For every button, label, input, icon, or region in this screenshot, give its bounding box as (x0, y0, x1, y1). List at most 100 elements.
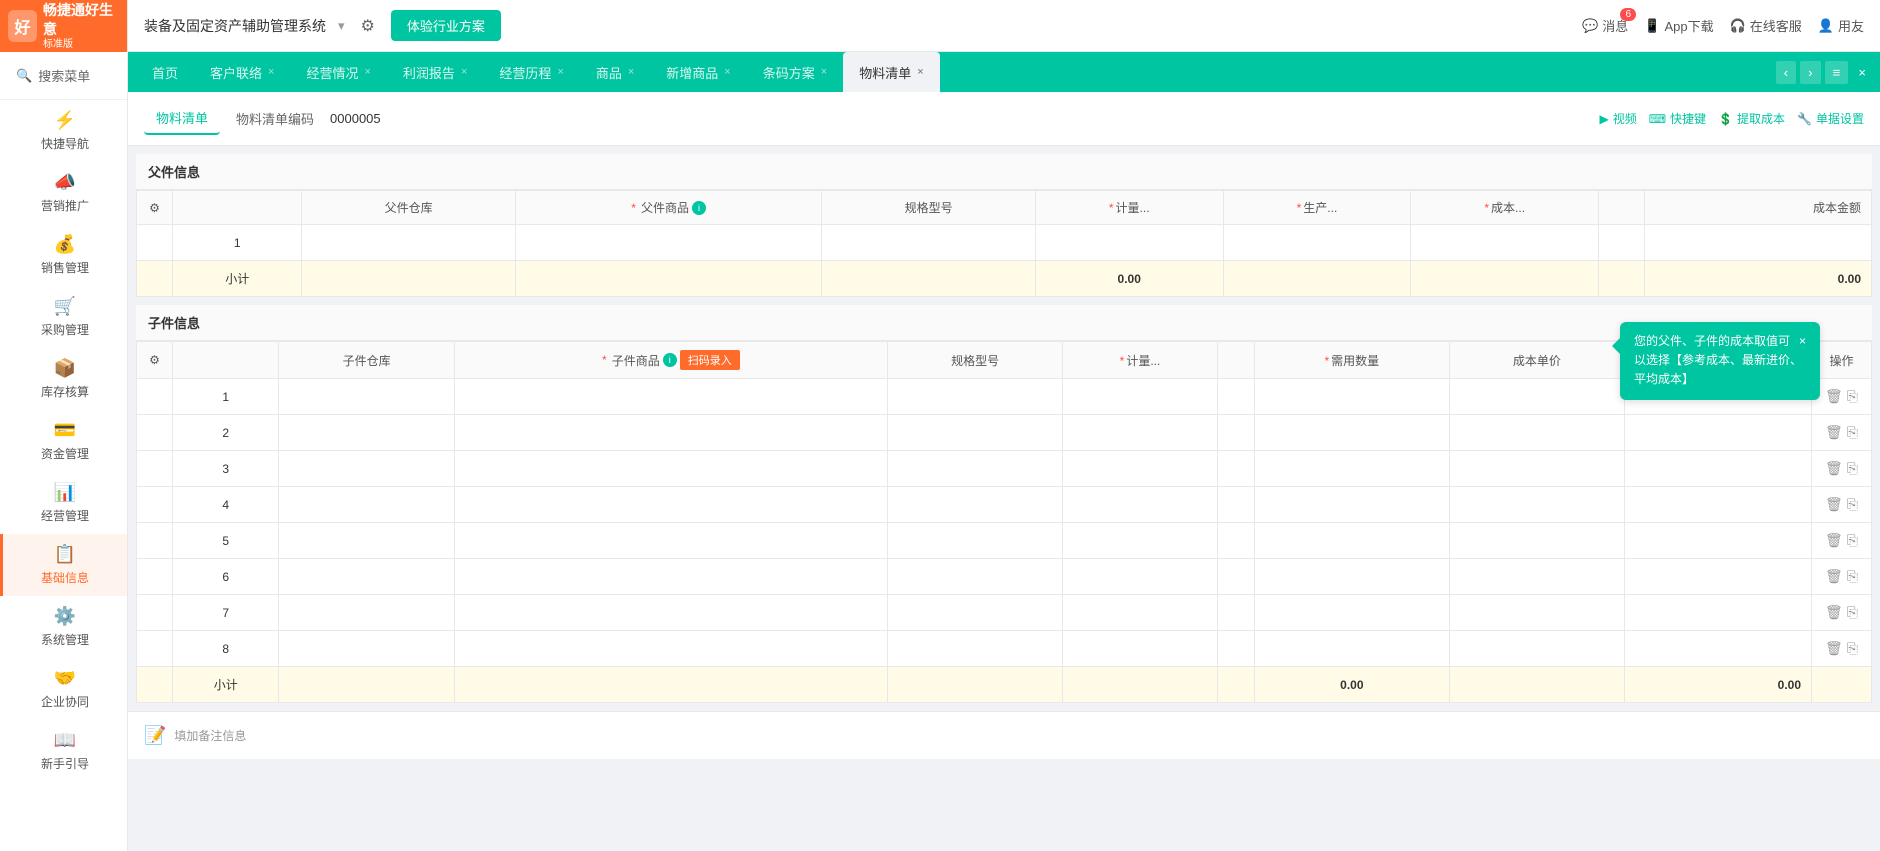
child-row4-qty[interactable] (1255, 487, 1450, 523)
sidebar-item-system[interactable]: ⚙️ 系统管理 (0, 596, 127, 658)
tab-bom[interactable]: 物料清单 × (843, 52, 939, 92)
child-row8-spec[interactable] (887, 631, 1062, 667)
parent-row1-spec[interactable] (822, 225, 1035, 261)
child-row7-unit[interactable] (1063, 595, 1217, 631)
nav-prev-button[interactable]: ‹ (1776, 61, 1796, 84)
tab-history-close[interactable]: × (557, 66, 563, 78)
child-row3-qty[interactable] (1255, 451, 1450, 487)
child-row7-cost-price[interactable] (1449, 595, 1624, 631)
tab-goods-close[interactable]: × (628, 66, 634, 78)
child-row4-warehouse[interactable] (279, 487, 454, 523)
child-row6-warehouse[interactable] (279, 559, 454, 595)
tab-barcode-close[interactable]: × (821, 66, 827, 78)
child-row7-spec[interactable] (887, 595, 1062, 631)
child-row1-unit[interactable] (1063, 379, 1217, 415)
sidebar-item-marketing[interactable]: 📣 营销推广 (0, 162, 127, 224)
child-row8-cost-price[interactable] (1449, 631, 1624, 667)
delete-row-icon[interactable]: 🗑 (1825, 568, 1843, 585)
child-row1-goods[interactable] (454, 379, 887, 415)
child-row8-qty[interactable] (1255, 631, 1450, 667)
delete-row-icon[interactable]: 🗑 (1825, 604, 1843, 621)
tab-profit[interactable]: 利润报告 × (387, 52, 483, 92)
child-row1-spec[interactable] (887, 379, 1062, 415)
child-row8-unit[interactable] (1063, 631, 1217, 667)
child-row6-goods[interactable] (454, 559, 887, 595)
tab-operations-close[interactable]: × (364, 66, 370, 78)
copy-row-icon[interactable]: ⎘ (1847, 496, 1858, 513)
delete-row-icon[interactable]: 🗑 (1825, 496, 1843, 513)
child-row5-cost-price[interactable] (1449, 523, 1624, 559)
delete-row-icon[interactable]: 🗑 (1825, 640, 1843, 657)
tooltip-close-button[interactable]: × (1799, 332, 1806, 351)
child-row2-cost-price[interactable] (1449, 415, 1624, 451)
tab-history[interactable]: 经营历程 × (483, 52, 579, 92)
tab-new-goods-close[interactable]: × (724, 66, 730, 78)
parent-row1-unit[interactable] (1035, 225, 1223, 261)
child-row2-warehouse[interactable] (279, 415, 454, 451)
child-row3-goods[interactable] (454, 451, 887, 487)
messages-button[interactable]: 💬 消息 6 (1582, 16, 1628, 35)
child-row6-unit[interactable] (1063, 559, 1217, 595)
copy-row-icon[interactable]: ⎘ (1847, 532, 1858, 549)
delete-row-icon[interactable]: 🗑 (1825, 460, 1843, 477)
child-goods-info-icon[interactable]: i (663, 353, 677, 367)
child-row6-cost-price[interactable] (1449, 559, 1624, 595)
page-tab-bom[interactable]: 物料清单 (144, 102, 220, 135)
tab-operations[interactable]: 经营情况 × (290, 52, 386, 92)
online-service-button[interactable]: 🎧 在线客服 (1730, 16, 1802, 35)
child-row5-qty[interactable] (1255, 523, 1450, 559)
child-row5-warehouse[interactable] (279, 523, 454, 559)
gear-icon[interactable]: ⚙ (149, 201, 160, 215)
sidebar-item-inventory[interactable]: 📦 库存核算 (0, 348, 127, 410)
child-row7-goods[interactable] (454, 595, 887, 631)
child-row7-qty[interactable] (1255, 595, 1450, 631)
tab-goods[interactable]: 商品 × (580, 52, 650, 92)
child-row3-unit[interactable] (1063, 451, 1217, 487)
child-row8-goods[interactable] (454, 631, 887, 667)
parent-row1-goods[interactable] (515, 225, 822, 261)
single-settings-button[interactable]: 🔧 单据设置 (1797, 110, 1864, 127)
extract-cost-button[interactable]: 💲 提取成本 (1718, 110, 1785, 127)
parent-goods-info-icon[interactable]: i (692, 201, 706, 215)
child-row1-cost-price[interactable] (1449, 379, 1624, 415)
delete-row-icon[interactable]: 🗑 (1825, 532, 1843, 549)
app-download-button[interactable]: 📱 App下载 (1644, 16, 1713, 35)
child-row5-goods[interactable] (454, 523, 887, 559)
child-row1-qty[interactable] (1255, 379, 1450, 415)
child-row4-spec[interactable] (887, 487, 1062, 523)
tab-bom-close[interactable]: × (917, 66, 923, 78)
child-gear-icon[interactable]: ⚙ (149, 353, 160, 367)
sidebar-item-finance[interactable]: 💳 资金管理 (0, 410, 127, 472)
copy-row-icon[interactable]: ⎘ (1847, 460, 1858, 477)
tab-barcode[interactable]: 条码方案 × (747, 52, 843, 92)
add-note-icon[interactable]: 📝 (144, 725, 166, 746)
copy-row-icon[interactable]: ⎘ (1847, 640, 1858, 657)
child-row4-unit[interactable] (1063, 487, 1217, 523)
child-row1-warehouse[interactable] (279, 379, 454, 415)
delete-row-icon[interactable]: 🗑 (1825, 388, 1843, 405)
sidebar-item-basic-info[interactable]: 📋 基础信息 (0, 534, 127, 596)
sidebar-search[interactable]: 🔍 搜索菜单 (0, 52, 127, 100)
child-row2-qty[interactable] (1255, 415, 1450, 451)
tab-customer[interactable]: 客户联络 × (194, 52, 290, 92)
tab-home[interactable]: 首页 (136, 52, 194, 92)
child-row3-spec[interactable] (887, 451, 1062, 487)
settings-gear-button[interactable]: ⚙ (357, 12, 379, 40)
child-row5-spec[interactable] (887, 523, 1062, 559)
child-row5-unit[interactable] (1063, 523, 1217, 559)
tab-new-goods[interactable]: 新增商品 × (650, 52, 746, 92)
tab-customer-close[interactable]: × (268, 66, 274, 78)
sidebar-item-enterprise[interactable]: 🤝 企业协同 (0, 658, 127, 720)
hotkey-button[interactable]: ⌨ 快捷键 (1649, 110, 1706, 127)
copy-row-icon[interactable]: ⎘ (1847, 424, 1858, 441)
sidebar-item-guide[interactable]: 📖 新手引导 (0, 720, 127, 782)
sidebar-item-quick-nav[interactable]: ⚡ 快捷导航 (0, 100, 127, 162)
copy-row-icon[interactable]: ⎘ (1847, 568, 1858, 585)
user-menu[interactable]: 👤 用友 (1818, 16, 1864, 35)
parent-row1-produce[interactable] (1223, 225, 1411, 261)
child-row2-spec[interactable] (887, 415, 1062, 451)
delete-row-icon[interactable]: 🗑 (1825, 424, 1843, 441)
child-row3-warehouse[interactable] (279, 451, 454, 487)
nav-menu-button[interactable]: ≡ (1825, 61, 1849, 84)
search-menu-button[interactable]: 🔍 搜索菜单 (8, 60, 119, 91)
